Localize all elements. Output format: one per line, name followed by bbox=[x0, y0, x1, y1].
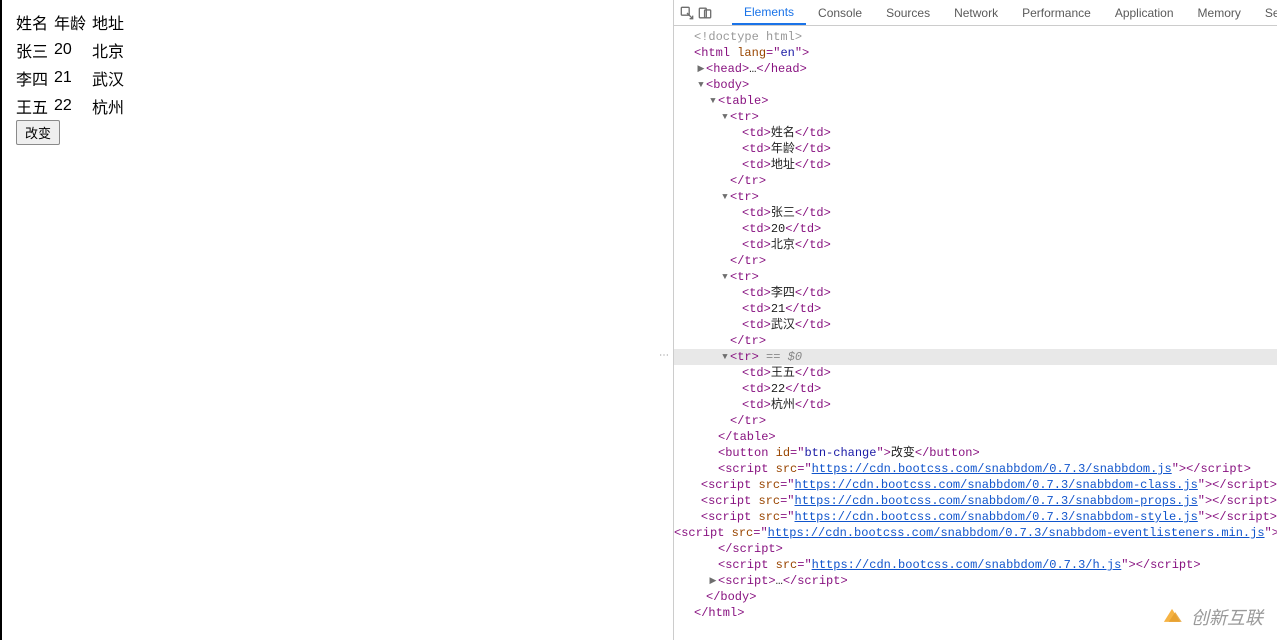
tree-script[interactable]: <script src="https://cdn.bootcss.com/sna… bbox=[674, 461, 1277, 477]
inspect-icon[interactable] bbox=[680, 3, 694, 23]
collapse-arrow-icon[interactable]: ▼ bbox=[720, 189, 730, 205]
collapse-arrow-icon[interactable]: ▼ bbox=[696, 77, 706, 93]
tree-tr-close[interactable]: </tr> bbox=[674, 253, 1277, 269]
rendered-page: 姓名 年龄 地址 张三 20 北京 李四 21 武汉 王五 22 杭州 改变 bbox=[0, 0, 673, 640]
tree-script[interactable]: <script src="https://cdn.bootcss.com/sna… bbox=[674, 557, 1277, 573]
table-row: 王五 22 杭州 bbox=[16, 92, 130, 120]
collapse-arrow-icon[interactable]: ▼ bbox=[708, 93, 718, 109]
tree-tr-open[interactable]: ⋯▼<tr> == $0 bbox=[674, 349, 1277, 365]
tree-td[interactable]: <td>年龄</td> bbox=[674, 141, 1277, 157]
tab-memory[interactable]: Memory bbox=[1186, 0, 1253, 25]
tree-tr-open[interactable]: ▼<tr> bbox=[674, 189, 1277, 205]
tree-script[interactable]: <script src="https://cdn.bootcss.com/sna… bbox=[674, 525, 1277, 541]
tree-tr-close[interactable]: </tr> bbox=[674, 173, 1277, 189]
table-row: 张三 20 北京 bbox=[16, 36, 130, 64]
cell-addr: 武汉 bbox=[92, 64, 130, 92]
tree-script-close[interactable]: </script> bbox=[674, 541, 1277, 557]
watermark-text: 创新互联 bbox=[1191, 604, 1263, 630]
cell-name: 张三 bbox=[16, 36, 54, 64]
tree-tr-close[interactable]: </tr> bbox=[674, 413, 1277, 429]
tree-script[interactable]: <script src="https://cdn.bootcss.com/sna… bbox=[674, 493, 1277, 509]
tree-doctype[interactable]: <!doctype html> bbox=[674, 29, 1277, 45]
tree-tr-open[interactable]: ▼<tr> bbox=[674, 269, 1277, 285]
cell-name: 王五 bbox=[16, 92, 54, 120]
tree-td[interactable]: <td>李四</td> bbox=[674, 285, 1277, 301]
tree-td[interactable]: <td>22</td> bbox=[674, 381, 1277, 397]
gutter-menu-icon[interactable]: ⋯ bbox=[659, 349, 669, 365]
tree-tr-close[interactable]: </tr> bbox=[674, 333, 1277, 349]
tab-security[interactable]: Secur bbox=[1253, 0, 1277, 25]
tree-body-open[interactable]: ▼<body> bbox=[674, 77, 1277, 93]
tree-body-close[interactable]: </body> bbox=[674, 589, 1277, 605]
tree-td[interactable]: <td>王五</td> bbox=[674, 365, 1277, 381]
tab-application[interactable]: Application bbox=[1103, 0, 1186, 25]
tree-script-collapsed[interactable]: ▶<script>…</script> bbox=[674, 573, 1277, 589]
change-button[interactable]: 改变 bbox=[16, 120, 60, 145]
tab-console[interactable]: Console bbox=[806, 0, 874, 25]
col-header-age: 年龄 bbox=[54, 8, 92, 36]
tree-td[interactable]: <td>武汉</td> bbox=[674, 317, 1277, 333]
tree-td[interactable]: <td>杭州</td> bbox=[674, 397, 1277, 413]
cell-addr: 北京 bbox=[92, 36, 130, 64]
tab-performance[interactable]: Performance bbox=[1010, 0, 1103, 25]
tree-head[interactable]: ▶<head>…</head> bbox=[674, 61, 1277, 77]
cell-age: 22 bbox=[54, 92, 92, 120]
cell-addr: 杭州 bbox=[92, 92, 130, 120]
table-header-row: 姓名 年龄 地址 bbox=[16, 8, 130, 36]
tree-script[interactable]: <script src="https://cdn.bootcss.com/sna… bbox=[674, 509, 1277, 525]
col-header-addr: 地址 bbox=[92, 8, 130, 36]
cell-age: 21 bbox=[54, 64, 92, 92]
expand-arrow-icon[interactable]: ▶ bbox=[696, 61, 706, 77]
expand-arrow-icon[interactable]: ▶ bbox=[708, 573, 718, 589]
tree-html-open[interactable]: <html lang="en"> bbox=[674, 45, 1277, 61]
tree-tr-open[interactable]: ▼<tr> bbox=[674, 109, 1277, 125]
tree-table-close[interactable]: </table> bbox=[674, 429, 1277, 445]
tree-table-open[interactable]: ▼<table> bbox=[674, 93, 1277, 109]
watermark: 创新互联 bbox=[1159, 604, 1263, 630]
cell-name: 李四 bbox=[16, 64, 54, 92]
devtools-panel: Elements Console Sources Network Perform… bbox=[673, 0, 1277, 640]
collapse-arrow-icon[interactable]: ▼ bbox=[720, 349, 730, 365]
tab-sources[interactable]: Sources bbox=[874, 0, 942, 25]
elements-tree[interactable]: <!doctype html><html lang="en">▶<head>…<… bbox=[674, 26, 1277, 631]
device-toggle-icon[interactable] bbox=[698, 3, 712, 23]
tree-td[interactable]: <td>北京</td> bbox=[674, 237, 1277, 253]
collapse-arrow-icon[interactable]: ▼ bbox=[720, 109, 730, 125]
data-table: 姓名 年龄 地址 张三 20 北京 李四 21 武汉 王五 22 杭州 bbox=[16, 8, 130, 120]
tab-network[interactable]: Network bbox=[942, 0, 1010, 25]
col-header-name: 姓名 bbox=[16, 8, 54, 36]
cell-age: 20 bbox=[54, 36, 92, 64]
devtools-tabs: Elements Console Sources Network Perform… bbox=[732, 0, 1277, 25]
tree-td[interactable]: <td>张三</td> bbox=[674, 205, 1277, 221]
tree-td[interactable]: <td>地址</td> bbox=[674, 157, 1277, 173]
tree-script[interactable]: <script src="https://cdn.bootcss.com/sna… bbox=[674, 477, 1277, 493]
tree-td[interactable]: <td>姓名</td> bbox=[674, 125, 1277, 141]
tree-button[interactable]: <button id="btn-change">改变</button> bbox=[674, 445, 1277, 461]
tree-td[interactable]: <td>20</td> bbox=[674, 221, 1277, 237]
watermark-logo-icon bbox=[1159, 604, 1185, 630]
devtools-toolbar: Elements Console Sources Network Perform… bbox=[674, 0, 1277, 26]
table-row: 李四 21 武汉 bbox=[16, 64, 130, 92]
tab-elements[interactable]: Elements bbox=[732, 0, 806, 25]
tree-td[interactable]: <td>21</td> bbox=[674, 301, 1277, 317]
collapse-arrow-icon[interactable]: ▼ bbox=[720, 269, 730, 285]
